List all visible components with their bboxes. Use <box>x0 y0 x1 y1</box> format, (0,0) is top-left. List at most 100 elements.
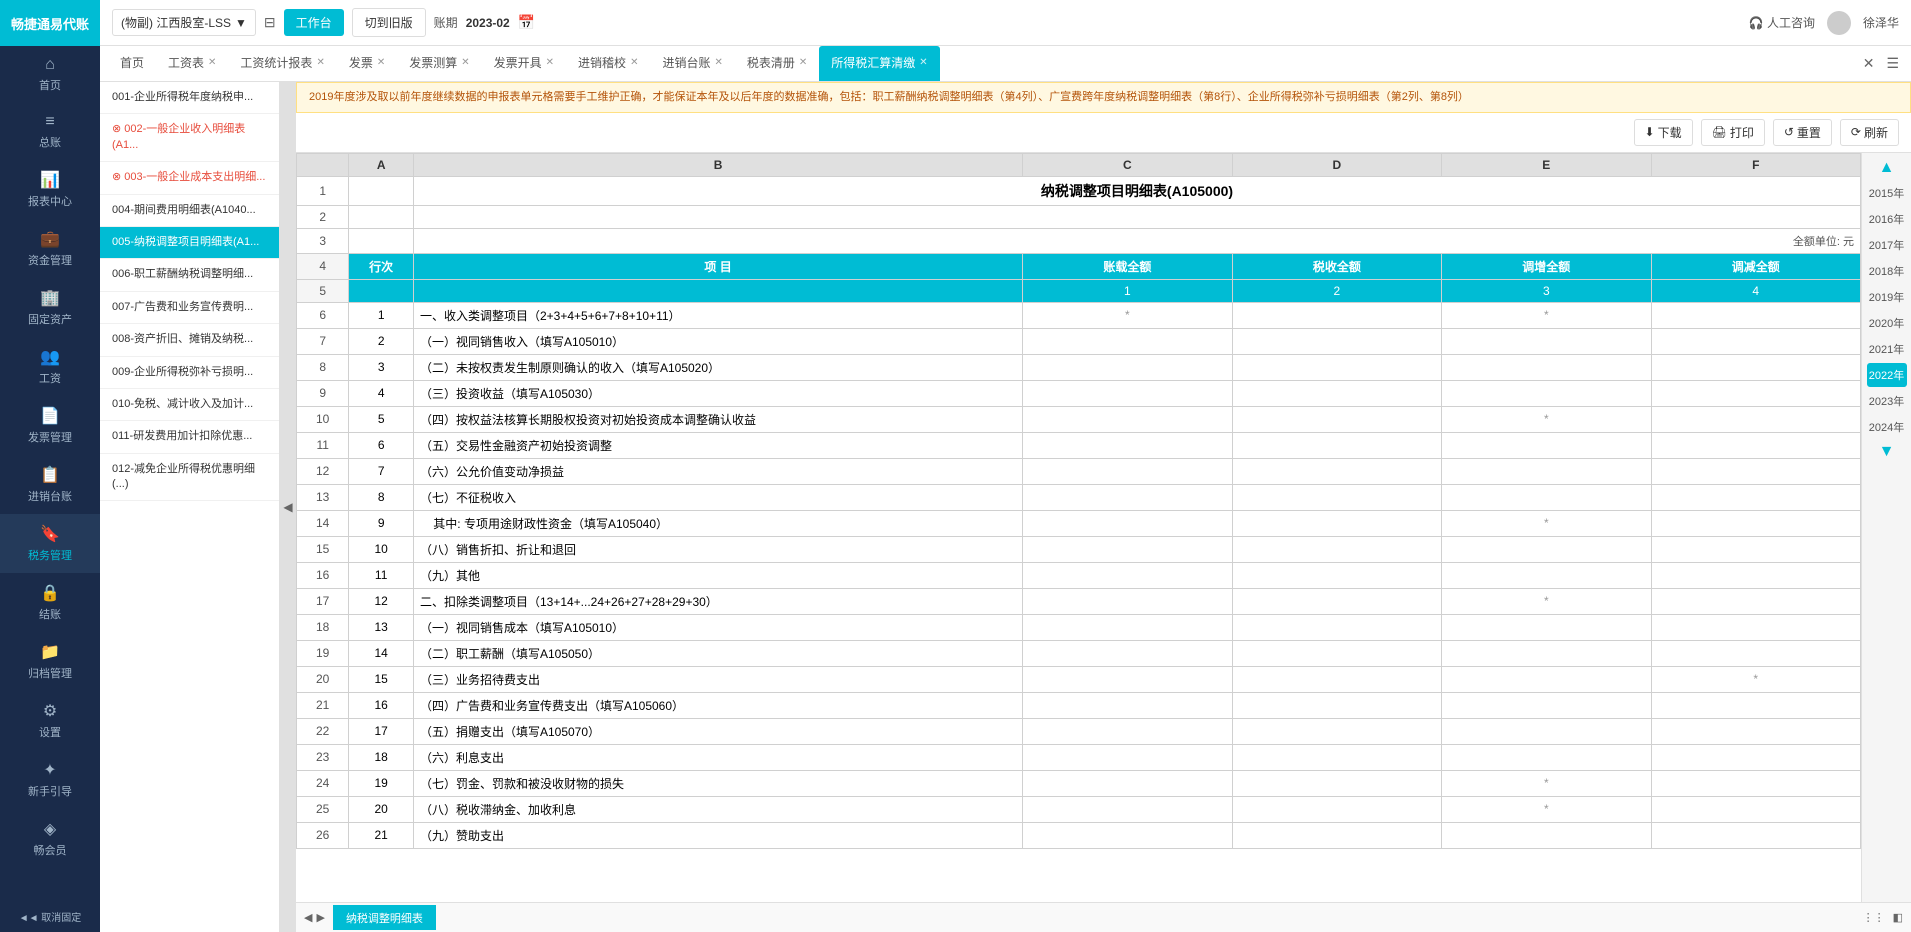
close-tab-input-vat[interactable]: ✕ <box>630 57 638 68</box>
year-2019[interactable]: 2019年 <box>1867 285 1907 309</box>
year-2023[interactable]: 2023年 <box>1867 389 1907 413</box>
sidebar-item-closing[interactable]: 🔒 结账 <box>0 573 100 632</box>
close-tab-invoice-calc[interactable]: ✕ <box>461 57 469 68</box>
left-panel-item-001[interactable]: 001-企业所得税年度纳税申... <box>100 82 279 114</box>
tab-payroll-stat[interactable]: 工资统计报表 ✕ <box>228 46 336 81</box>
year-2018[interactable]: 2018年 <box>1867 259 1907 283</box>
print-icon: 🖨 <box>1712 125 1727 139</box>
tax-icon: 🔖 <box>40 524 60 544</box>
col-c3-header: 调增全额 <box>1442 253 1651 279</box>
table-row: 13 8 （七）不征税收入 <box>297 484 1861 510</box>
scroll-icon[interactable]: ⋮⋮ <box>1863 911 1885 924</box>
left-panel-item-010[interactable]: 010-免税、减计收入及加计... <box>100 389 279 421</box>
close-tab-payroll[interactable]: ✕ <box>208 57 216 68</box>
sidebar-item-archive[interactable]: 📁 归档管理 <box>0 632 100 691</box>
year-2017[interactable]: 2017年 <box>1867 233 1907 257</box>
consultant-link[interactable]: 🎧 人工咨询 <box>1749 14 1815 31</box>
col-hang-header: 行次 <box>349 253 414 279</box>
tab-tax-clear[interactable]: 税表清册 ✕ <box>735 46 819 81</box>
refresh-button[interactable]: ⟳ 刷新 <box>1840 119 1899 146</box>
close-tab-input-ledger[interactable]: ✕ <box>714 57 722 68</box>
sidebar-item-fixed-assets[interactable]: 🏢 固定资产 <box>0 278 100 337</box>
close-all-tabs[interactable]: ✕ <box>1859 51 1879 76</box>
download-button[interactable]: ⬇ 下载 <box>1634 119 1693 146</box>
workspace-button[interactable]: 工作台 <box>284 9 344 36</box>
unpin-sidebar[interactable]: ◄◄ 取消固定 <box>0 901 100 932</box>
left-panel-item-004[interactable]: 004-期间费用明细表(A1040... <box>100 195 279 227</box>
col-header-c: C <box>1023 153 1232 176</box>
sidebar-label-new-guide: 新手引导 <box>28 783 72 799</box>
sidebar-item-general-ledger[interactable]: ≡ 总账 <box>0 103 100 160</box>
close-tab-invoice-open[interactable]: ✕ <box>546 57 554 68</box>
table-row: 7 2 （一）视同销售收入（填写A105010） <box>297 328 1861 354</box>
people-icon: 👥 <box>40 347 60 367</box>
table-row: 6 1 一、收入类调整项目（2+3+4+5+6+7+8+10+11） * * <box>297 302 1861 328</box>
year-nav-up[interactable]: ▲ <box>1877 157 1897 179</box>
sidebar-item-vip[interactable]: ◈ 畅会员 <box>0 809 100 868</box>
bottom-nav-left[interactable]: ◀ <box>304 911 312 924</box>
table-row: 20 15 （三）业务招待费支出 * <box>297 666 1861 692</box>
year-nav-down[interactable]: ▼ <box>1877 441 1897 463</box>
invoice-icon: 📄 <box>40 406 60 426</box>
tab-invoice[interactable]: 发票 ✕ <box>337 46 397 81</box>
table-row: 16 11 （九）其他 <box>297 562 1861 588</box>
more-tabs-icon[interactable]: ☰ <box>1882 51 1903 76</box>
close-tab-income-tax[interactable]: ✕ <box>919 57 927 68</box>
year-2022[interactable]: 2022年 <box>1867 363 1907 387</box>
left-panel-item-002[interactable]: ⊗002-一般企业收入明细表(A1... <box>100 114 279 162</box>
tab-income-tax[interactable]: 所得税汇算清缴 ✕ <box>819 46 939 81</box>
sidebar-label-payroll: 工资 <box>39 370 61 386</box>
switch-old-button[interactable]: 切到旧版 <box>352 8 426 37</box>
sidebar-label-settings: 设置 <box>39 724 61 740</box>
error-icon-002: ⊗ <box>112 123 121 135</box>
left-panel-item-011[interactable]: 011-研发费用加计扣除优惠... <box>100 421 279 453</box>
year-2020[interactable]: 2020年 <box>1867 311 1907 335</box>
left-panel-item-003[interactable]: ⊗003-一般企业成本支出明细... <box>100 162 279 194</box>
col-header-f: F <box>1651 153 1860 176</box>
sidebar-item-assets-mgmt[interactable]: 💼 资金管理 <box>0 219 100 278</box>
year-2016[interactable]: 2016年 <box>1867 207 1907 231</box>
tab-invoice-open[interactable]: 发票开具 ✕ <box>482 46 566 81</box>
print-button[interactable]: 🖨 打印 <box>1701 119 1765 146</box>
year-2015[interactable]: 2015年 <box>1867 181 1907 205</box>
sidebar-item-payroll[interactable]: 👥 工资 <box>0 337 100 396</box>
tab-input-vat[interactable]: 进销稽校 ✕ <box>566 46 650 81</box>
chart-icon: 📊 <box>40 170 60 190</box>
copy-icon[interactable]: ⊟ <box>264 14 276 31</box>
headset-icon: 🎧 <box>1749 16 1764 30</box>
chevron-down-icon: ▼ <box>235 16 247 30</box>
bottom-tab-adjustments[interactable]: 纳税调整明细表 <box>333 905 436 930</box>
left-panel-item-009[interactable]: 009-企业所得税弥补亏损明... <box>100 357 279 389</box>
left-panel-item-008[interactable]: 008-资产折旧、摊销及纳税... <box>100 324 279 356</box>
year-2024[interactable]: 2024年 <box>1867 415 1907 439</box>
warning-text: 2019年度涉及取以前年度继续数据的申报表单元格需要手工维护正确，才能保证本年及… <box>309 91 1469 103</box>
warning-bar: 2019年度涉及取以前年度继续数据的申报表单元格需要手工维护正确，才能保证本年及… <box>296 82 1911 113</box>
left-panel-item-005[interactable]: 005-纳税调整项目明细表(A1... <box>100 227 279 259</box>
sidebar-item-input-ledger[interactable]: 📋 进销台账 <box>0 455 100 514</box>
sidebar-item-new-guide[interactable]: ✦ 新手引导 <box>0 750 100 809</box>
close-tab-tax-clear[interactable]: ✕ <box>799 57 807 68</box>
left-panel-item-006[interactable]: 006-职工薪酬纳税调整明细... <box>100 259 279 291</box>
left-panel-item-007[interactable]: 007-广告费和业务宣传费明... <box>100 292 279 324</box>
tab-invoice-calc[interactable]: 发票测算 ✕ <box>397 46 481 81</box>
reset-button[interactable]: ↺ 重置 <box>1773 119 1832 146</box>
company-selector[interactable]: (物副) 江西股室-LSS ▼ <box>112 9 256 36</box>
period-value: 2023-02 <box>466 16 510 30</box>
year-2021[interactable]: 2021年 <box>1867 337 1907 361</box>
sidebar-item-reports[interactable]: 📊 报表中心 <box>0 160 100 219</box>
close-tab-payroll-stat[interactable]: ✕ <box>316 57 324 68</box>
close-tab-invoice[interactable]: ✕ <box>377 57 385 68</box>
tab-payroll[interactable]: 工资表 ✕ <box>156 46 228 81</box>
sidebar-item-invoice-mgmt[interactable]: 📄 发票管理 <box>0 396 100 455</box>
sidebar-label-assets-mgmt: 资金管理 <box>28 252 72 268</box>
calendar-icon[interactable]: 📅 <box>518 14 535 31</box>
sidebar-item-tax-mgmt[interactable]: 🔖 税务管理 <box>0 514 100 573</box>
table-options-icon[interactable]: ◧ <box>1893 911 1903 924</box>
bottom-nav-right[interactable]: ▶ <box>316 911 324 924</box>
tab-input-ledger[interactable]: 进销台账 ✕ <box>650 46 734 81</box>
sidebar-item-home[interactable]: ⌂ 首页 <box>0 46 100 103</box>
sidebar-item-settings[interactable]: ⚙ 设置 <box>0 691 100 750</box>
tab-home[interactable]: 首页 <box>108 46 156 81</box>
collapse-left-panel[interactable]: ◀ <box>280 82 296 932</box>
left-panel-item-012[interactable]: 012-减免企业所得税优惠明细(...) <box>100 454 279 502</box>
